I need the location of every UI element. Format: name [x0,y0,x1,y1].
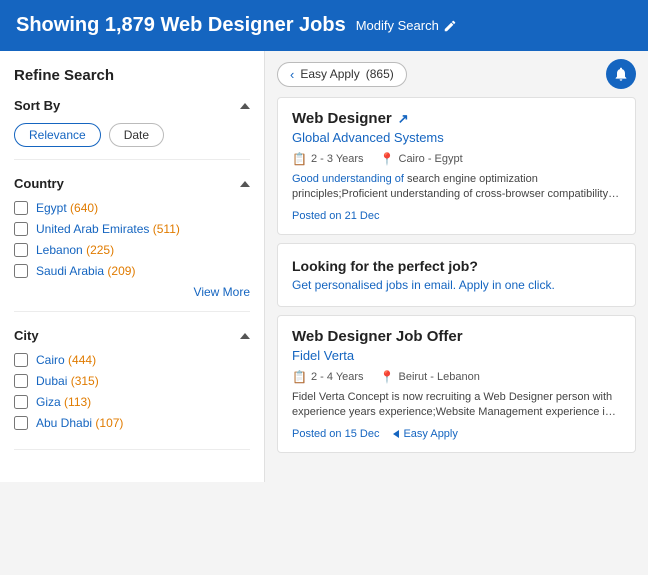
city-chevron-up-icon [240,333,250,339]
job-title-1: Web Designer ↗ [292,110,621,127]
sort-date-button[interactable]: Date [109,123,164,147]
location-value-2: Beirut - Lebanon [399,371,480,383]
job-desc-highlight-1: Good understanding of [292,173,407,185]
city-name-giza: Giza (113) [36,395,91,409]
promo-subtitle: Get personalised jobs in email. Apply in… [292,278,621,292]
job-desc-2: Fidel Verta Concept is now recruiting a … [292,390,621,421]
main-layout: Refine Search Sort By Relevance Date Cou… [0,51,648,482]
city-name-cairo: Cairo (444) [36,353,96,367]
country-title: Country [14,176,64,191]
city-name-dubai: Dubai (315) [36,374,99,388]
sort-relevance-button[interactable]: Relevance [14,123,101,147]
experience-meta-1: 📋 2 - 3 Years [292,152,364,166]
briefcase-icon-1: 📋 [292,152,307,166]
company-name-1[interactable]: Global Advanced Systems [292,130,621,145]
city-checkbox-dubai[interactable] [14,374,28,388]
chip-arrow-icon: ‹ [290,67,294,82]
job-meta-1: 📋 2 - 3 Years 📍 Cairo - Egypt [292,152,621,166]
city-item-dubai: Dubai (315) [14,374,250,388]
external-link-icon-1: ↗ [398,111,409,127]
experience-value-2: 2 - 4 Years [311,371,364,383]
country-view-more-link[interactable]: View More [14,285,250,299]
job-title-2: Web Designer Job Offer [292,328,621,345]
city-item-abudhabi: Abu Dhabi (107) [14,416,250,430]
city-title: City [14,328,39,343]
easy-apply-badge-2: Easy Apply [393,428,457,440]
right-panel: ‹ Easy Apply (865) Web Designer ↗ Global… [265,51,648,482]
city-name-abudhabi: Abu Dhabi (107) [36,416,123,430]
country-chevron-up-icon [240,181,250,187]
job-title-link-1[interactable]: Web Designer [292,110,392,127]
sidebar: Refine Search Sort By Relevance Date Cou… [0,51,265,482]
sort-by-section: Sort By Relevance Date [14,98,250,160]
city-checkbox-abudhabi[interactable] [14,416,28,430]
experience-meta-2: 📋 2 - 4 Years [292,370,364,384]
country-item-saudi: Saudi Arabia (209) [14,264,250,278]
job-desc-1: Good understanding of search engine opti… [292,172,621,203]
promo-card: Looking for the perfect job? Get persona… [277,243,636,307]
location-icon-1: 📍 [380,152,395,166]
location-meta-1: 📍 Cairo - Egypt [380,152,463,166]
job-meta-2: 📋 2 - 4 Years 📍 Beirut - Lebanon [292,370,621,384]
job-card-1: Web Designer ↗ Global Advanced Systems 📋… [277,97,636,235]
modify-search-link[interactable]: Modify Search [356,18,457,33]
page-title: Showing 1,879 Web Designer Jobs [16,14,346,37]
posted-date-2: Posted on 15 Dec [292,428,379,440]
briefcase-icon-2: 📋 [292,370,307,384]
chip-count: (865) [366,67,394,81]
country-checkbox-lebanon[interactable] [14,243,28,257]
sort-by-chevron-up-icon [240,103,250,109]
country-item-uae: United Arab Emirates (511) [14,222,250,236]
city-checkbox-cairo[interactable] [14,353,28,367]
country-section: Country Egypt (640) United Arab Emirates… [14,176,250,312]
job-title-link-2[interactable]: Web Designer Job Offer [292,328,463,345]
modify-search-label: Modify Search [356,18,439,33]
country-checkbox-uae[interactable] [14,222,28,236]
city-item-cairo: Cairo (444) [14,353,250,367]
location-icon-2: 📍 [380,370,395,384]
header: Showing 1,879 Web Designer Jobs Modify S… [0,0,648,51]
sort-by-title: Sort By [14,98,60,113]
country-name-saudi: Saudi Arabia (209) [36,264,135,278]
country-name-egypt: Egypt (640) [36,201,98,215]
job-footer-2: Posted on 15 Dec Easy Apply [292,428,621,440]
pencil-icon [443,19,457,33]
country-checkbox-saudi[interactable] [14,264,28,278]
city-checkbox-giza[interactable] [14,395,28,409]
company-name-2[interactable]: Fidel Verta [292,348,621,363]
country-name-lebanon: Lebanon (225) [36,243,114,257]
sort-buttons: Relevance Date [14,123,250,147]
country-header: Country [14,176,250,191]
job-desc-text-2: Fidel Verta Concept is now recruiting a … [292,391,620,421]
chips-row: ‹ Easy Apply (865) [277,59,636,89]
easy-apply-chip[interactable]: ‹ Easy Apply (865) [277,62,407,87]
location-value-1: Cairo - Egypt [399,153,463,165]
sidebar-title: Refine Search [14,67,250,84]
country-item-lebanon: Lebanon (225) [14,243,250,257]
city-header: City [14,328,250,343]
country-checkbox-egypt[interactable] [14,201,28,215]
city-section: City Cairo (444) Dubai (315) Giza (113) … [14,328,250,450]
job-card-2: Web Designer Job Offer Fidel Verta 📋 2 -… [277,315,636,453]
experience-value-1: 2 - 3 Years [311,153,364,165]
country-name-uae: United Arab Emirates (511) [36,222,180,236]
city-item-giza: Giza (113) [14,395,250,409]
posted-date-1: Posted on 21 Dec [292,210,621,222]
bell-icon [613,66,629,82]
promo-title: Looking for the perfect job? [292,258,621,274]
chip-label: Easy Apply [300,67,359,81]
country-item-egypt: Egypt (640) [14,201,250,215]
location-meta-2: 📍 Beirut - Lebanon [380,370,480,384]
sort-by-header: Sort By [14,98,250,113]
notification-bell-button[interactable] [606,59,636,89]
